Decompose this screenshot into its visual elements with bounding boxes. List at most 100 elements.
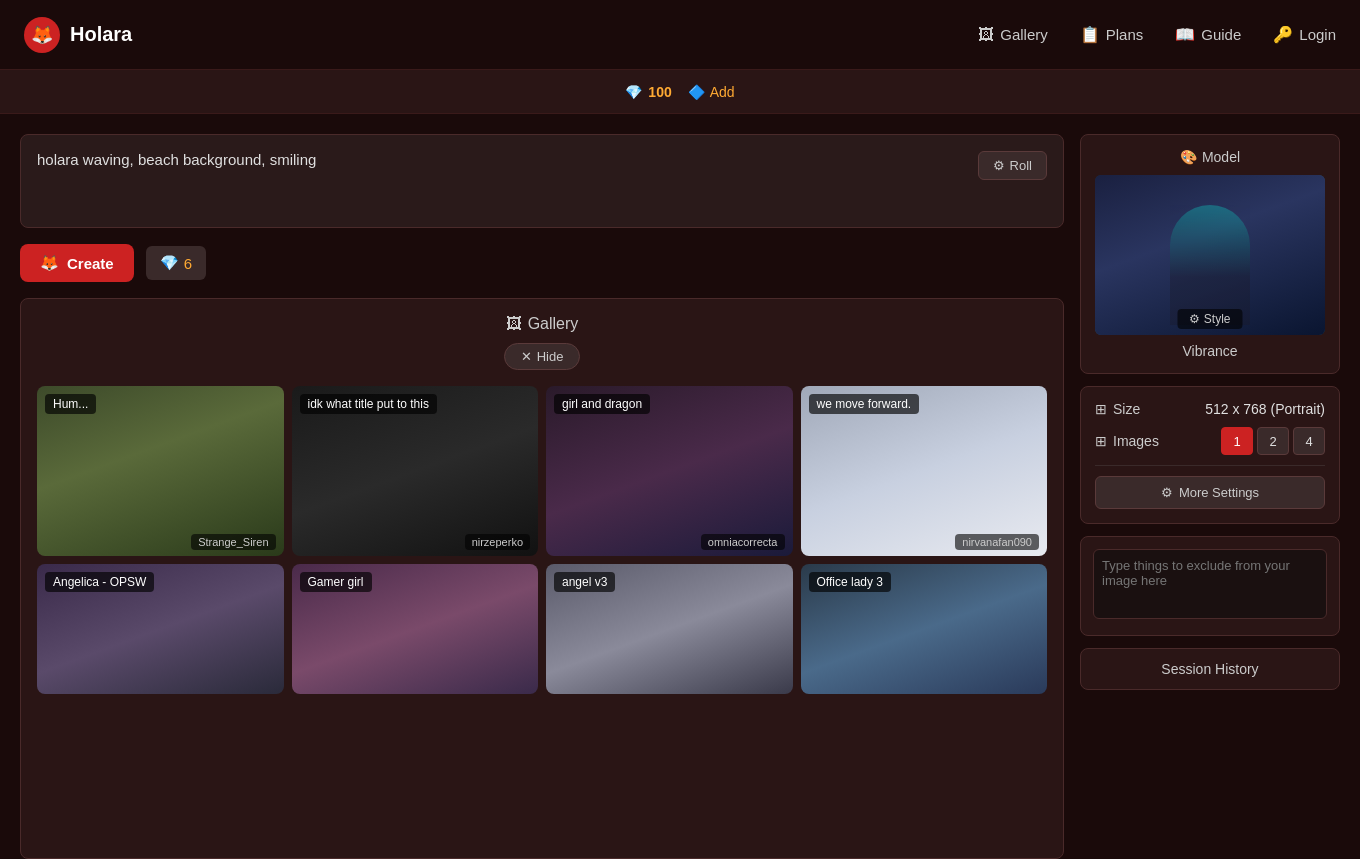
image-label-5: Angelica - OPSW xyxy=(45,572,154,592)
prompt-container: ⚙ Roll xyxy=(20,134,1064,228)
nav-guide-label: Guide xyxy=(1201,26,1241,43)
roll-icon: ⚙ xyxy=(993,158,1005,173)
nav-login-label: Login xyxy=(1299,26,1336,43)
gallery-image-1[interactable]: Hum... Strange_Siren xyxy=(37,386,284,556)
image-grid: Hum... Strange_Siren idk what title put … xyxy=(37,386,1047,694)
gallery-section: 🖼 Gallery ✕ Hide Hum... Strange_Siren id… xyxy=(20,298,1064,859)
images-icon: ⊞ xyxy=(1095,433,1107,449)
nav-login[interactable]: 🔑 Login xyxy=(1273,25,1336,44)
gallery-image-3[interactable]: girl and dragon omniacorrecta xyxy=(546,386,793,556)
add-credits-label: Add xyxy=(710,84,735,100)
roll-label: Roll xyxy=(1010,158,1032,173)
gallery-icon: 🖼 xyxy=(506,315,522,333)
gallery-image-7[interactable]: angel v3 xyxy=(546,564,793,694)
settings-section: ⊞ Size 512 x 768 (Portrait) ⊞ Images 1 2… xyxy=(1080,386,1340,524)
login-icon: 🔑 xyxy=(1273,25,1293,44)
size-row: ⊞ Size 512 x 768 (Portrait) xyxy=(1095,401,1325,417)
gallery-image-6[interactable]: Gamer girl xyxy=(292,564,539,694)
images-row: ⊞ Images 1 2 4 xyxy=(1095,427,1325,455)
more-settings-button[interactable]: ⚙ More Settings xyxy=(1095,476,1325,509)
image-user-4: nirvanafan090 xyxy=(955,534,1039,550)
nav-gallery-label: Gallery xyxy=(1000,26,1048,43)
model-title-text: Model xyxy=(1202,149,1240,165)
session-title: Session History xyxy=(1093,661,1327,677)
image-label-6: Gamer girl xyxy=(300,572,372,592)
model-char-figure xyxy=(1170,205,1250,325)
image-user-3: omniacorrecta xyxy=(701,534,785,550)
create-label: Create xyxy=(67,255,114,272)
model-name: Vibrance xyxy=(1095,343,1325,359)
style-button[interactable]: ⚙ Style xyxy=(1177,309,1242,329)
nav-gallery[interactable]: 🖼 Gallery xyxy=(978,26,1048,44)
hide-gallery-button[interactable]: ✕ Hide xyxy=(504,343,581,370)
header-nav: 🖼 Gallery 📋 Plans 📖 Guide 🔑 Login xyxy=(978,25,1336,44)
image-label-8: Office lady 3 xyxy=(809,572,891,592)
nav-guide[interactable]: 📖 Guide xyxy=(1175,25,1241,44)
nav-plans-label: Plans xyxy=(1106,26,1144,43)
count-1-button[interactable]: 1 xyxy=(1221,427,1253,455)
divider xyxy=(1095,465,1325,466)
right-panel: 🎨 Model ⚙ Style Vibrance xyxy=(1080,134,1340,859)
gallery-icon: 🖼 xyxy=(978,26,994,44)
left-panel: ⚙ Roll 🦊 Create 💎 6 🖼 Gallery xyxy=(20,134,1064,859)
image-user-2: nirzeperko xyxy=(465,534,530,550)
add-credits-button[interactable]: 🔷 Add xyxy=(688,84,735,100)
create-fox-icon: 🦊 xyxy=(40,254,59,272)
logo: 🦊 Holara xyxy=(24,17,132,53)
gallery-image-2[interactable]: idk what title put to this nirzeperko xyxy=(292,386,539,556)
credits-bar: 💎 100 🔷 Add xyxy=(0,70,1360,114)
credits-gem-icon: 💎 xyxy=(625,84,642,100)
create-button[interactable]: 🦊 Create xyxy=(20,244,134,282)
gallery-image-5[interactable]: Angelica - OPSW xyxy=(37,564,284,694)
model-title: 🎨 Model xyxy=(1095,149,1325,165)
cost-gem-icon: 💎 xyxy=(160,254,179,272)
guide-icon: 📖 xyxy=(1175,25,1195,44)
header: 🦊 Holara 🖼 Gallery 📋 Plans 📖 Guide 🔑 Log… xyxy=(0,0,1360,70)
session-section: Session History xyxy=(1080,648,1340,690)
model-title-icon: 🎨 xyxy=(1180,149,1197,165)
gallery-image-4[interactable]: we move forward. nirvanafan090 xyxy=(801,386,1048,556)
size-label-text: Size xyxy=(1113,401,1140,417)
prompt-input[interactable] xyxy=(37,151,966,211)
logo-icon: 🦊 xyxy=(24,17,60,53)
gallery-header: 🖼 Gallery ✕ Hide xyxy=(37,315,1047,370)
image-label-7: angel v3 xyxy=(554,572,615,592)
hide-label: Hide xyxy=(537,349,564,364)
images-count: 1 2 4 xyxy=(1221,427,1325,455)
credits-amount: 100 xyxy=(648,84,671,100)
image-user-1: Strange_Siren xyxy=(191,534,275,550)
roll-button[interactable]: ⚙ Roll xyxy=(978,151,1047,180)
model-card: ⚙ Style xyxy=(1095,175,1325,335)
image-label-1: Hum... xyxy=(45,394,96,414)
style-label: Style xyxy=(1204,312,1231,326)
exclude-input[interactable] xyxy=(1093,549,1327,619)
prompt-actions: ⚙ Roll xyxy=(978,151,1047,180)
main-layout: ⚙ Roll 🦊 Create 💎 6 🖼 Gallery xyxy=(0,114,1360,859)
plans-icon: 📋 xyxy=(1080,25,1100,44)
cost-amount: 6 xyxy=(184,255,192,272)
size-icon: ⊞ xyxy=(1095,401,1107,417)
image-label-4: we move forward. xyxy=(809,394,920,414)
count-4-button[interactable]: 4 xyxy=(1293,427,1325,455)
create-row: 🦊 Create 💎 6 xyxy=(20,244,1064,282)
exclude-section xyxy=(1080,536,1340,636)
hide-icon: ✕ xyxy=(521,349,532,364)
images-label-text: Images xyxy=(1113,433,1159,449)
gallery-title-text: Gallery xyxy=(528,315,579,333)
image-label-3: girl and dragon xyxy=(554,394,650,414)
gallery-title: 🖼 Gallery xyxy=(506,315,579,333)
size-value[interactable]: 512 x 768 (Portrait) xyxy=(1205,401,1325,417)
model-section: 🎨 Model ⚙ Style Vibrance xyxy=(1080,134,1340,374)
images-label: ⊞ Images xyxy=(1095,433,1159,449)
credits-display: 💎 100 xyxy=(625,84,671,100)
style-icon: ⚙ xyxy=(1189,312,1200,326)
image-label-2: idk what title put to this xyxy=(300,394,437,414)
more-settings-icon: ⚙ xyxy=(1161,485,1173,500)
size-label: ⊞ Size xyxy=(1095,401,1140,417)
count-2-button[interactable]: 2 xyxy=(1257,427,1289,455)
add-diamond-icon: 🔷 xyxy=(688,84,705,100)
nav-plans[interactable]: 📋 Plans xyxy=(1080,25,1144,44)
gallery-image-8[interactable]: Office lady 3 xyxy=(801,564,1048,694)
cost-badge: 💎 6 xyxy=(146,246,206,280)
more-settings-label: More Settings xyxy=(1179,485,1259,500)
